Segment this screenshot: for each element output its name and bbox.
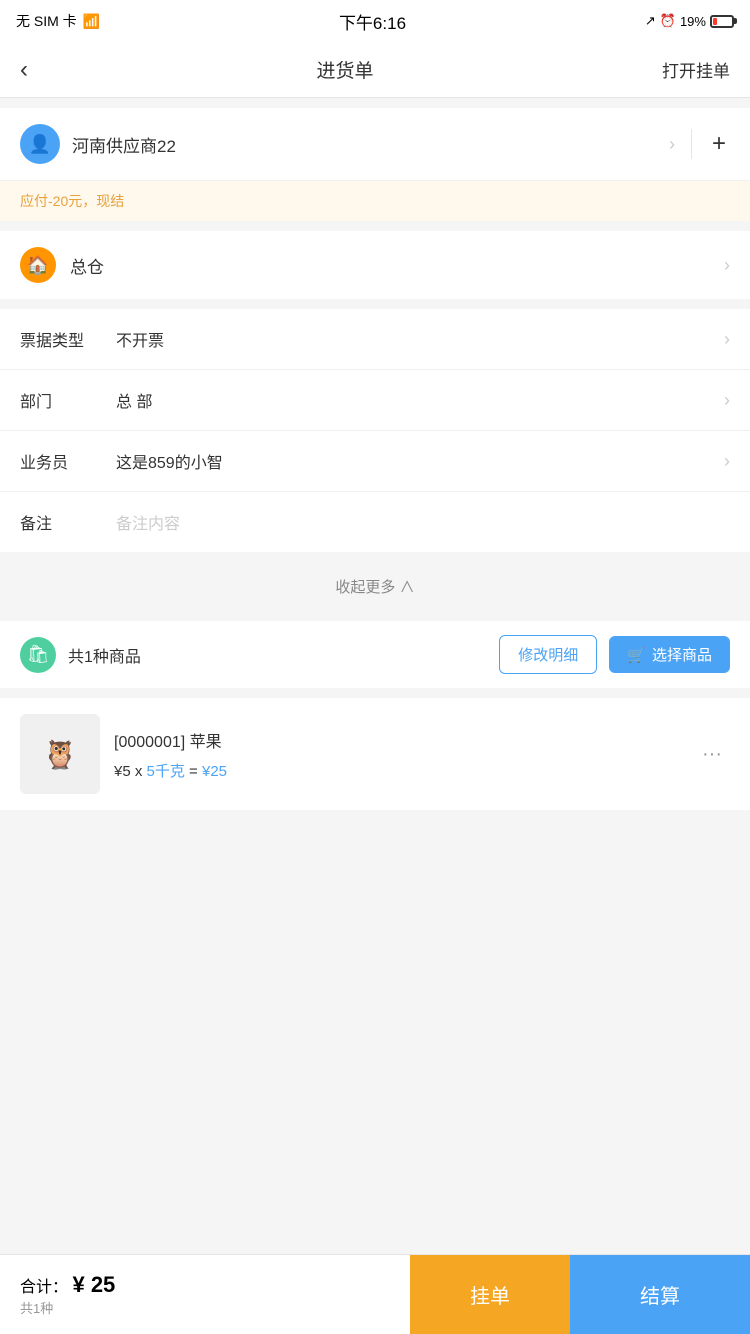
dept-chevron-icon: › <box>724 390 730 411</box>
price-equals: = <box>185 763 202 780</box>
supplier-chevron-icon: › <box>669 134 675 155</box>
product-count-label: 共1种商品 <box>68 643 487 667</box>
bottom-spacer <box>0 810 750 900</box>
warehouse-chevron-icon: › <box>724 255 730 276</box>
product-qty: 5千克 <box>147 763 185 780</box>
warehouse-icon: 🏠 <box>20 247 56 283</box>
product-toolbar-card: 🛍 共1种商品 修改明细 🛒 选择商品 <box>0 621 750 688</box>
price-unit: ¥5 x <box>114 763 147 780</box>
supplier-avatar: 👤 <box>20 124 60 164</box>
status-time: 下午6:16 <box>339 9 406 34</box>
sim-label: 无 SIM 卡 <box>16 11 77 31</box>
dept-value: 总 部 <box>100 388 724 412</box>
invoice-value: 不开票 <box>100 327 724 351</box>
avatar-icon: 👤 <box>29 134 51 155</box>
salesperson-value: 这是859的小智 <box>100 449 724 473</box>
total-row: 合计： ¥ 25 <box>20 1272 390 1298</box>
total-amount: ¥ 25 <box>72 1272 115 1297</box>
remark-label: 备注 <box>20 510 100 534</box>
form-card: 票据类型 不开票 › 部门 总 部 › 业务员 这是859的小智 › 备注 备注… <box>0 309 750 552</box>
bottom-bar: 合计： ¥ 25 共1种 挂单 结算 <box>0 1254 750 1334</box>
warehouse-card: 🏠 总仓 › <box>0 231 750 299</box>
battery-percent: 19% <box>680 14 706 29</box>
product-code: [0000001] 苹果 <box>114 734 222 751</box>
status-left: 无 SIM 卡 📶 <box>16 11 100 31</box>
edit-detail-button[interactable]: 修改明细 <box>499 635 597 674</box>
remark-input[interactable]: 备注内容 <box>100 510 730 534</box>
product-toolbar-icon: 🛍 <box>20 637 56 673</box>
notice-text: 应付-20元，现结 <box>20 193 124 209</box>
remark-row[interactable]: 备注 备注内容 <box>0 492 750 552</box>
notice-bar: 应付-20元，现结 <box>0 181 750 221</box>
supplier-divider <box>691 129 692 159</box>
product-info: [0000001] 苹果 ¥5 x 5千克 = ¥25 <box>114 728 680 781</box>
salesperson-row[interactable]: 业务员 这是859的小智 › <box>0 431 750 492</box>
warehouse-row[interactable]: 🏠 总仓 › <box>0 231 750 299</box>
back-button[interactable]: ‹ <box>20 56 28 84</box>
product-thumb-icon: 🦉 <box>43 738 78 771</box>
invoice-row[interactable]: 票据类型 不开票 › <box>0 309 750 370</box>
collapse-bar[interactable]: 收起更多 ∧ <box>0 562 750 611</box>
location-icon: ↗ <box>645 13 656 29</box>
checkout-button[interactable]: 结算 <box>570 1255 750 1334</box>
open-hang-button[interactable]: 打开挂单 <box>662 57 730 82</box>
product-thumbnail: 🦉 <box>20 714 100 794</box>
invoice-label: 票据类型 <box>20 327 100 351</box>
product-item: 🦉 [0000001] 苹果 ¥5 x 5千克 = ¥25 ··· <box>0 698 750 810</box>
supplier-row[interactable]: 👤 河南供应商22 › + <box>0 108 750 181</box>
collapse-label: 收起更多 ∧ <box>335 579 414 596</box>
product-total: ¥25 <box>202 763 227 780</box>
product-name: [0000001] 苹果 <box>114 728 680 752</box>
nav-bar: ‹ 进货单 打开挂单 <box>0 42 750 98</box>
select-product-label: 选择商品 <box>652 644 712 665</box>
salesperson-label: 业务员 <box>20 449 100 473</box>
hang-button[interactable]: 挂单 <box>410 1255 570 1334</box>
bottom-total: 合计： ¥ 25 共1种 <box>0 1255 410 1334</box>
warehouse-name: 总仓 <box>70 253 724 278</box>
battery-icon <box>710 15 734 28</box>
product-toolbar: 🛍 共1种商品 修改明细 🛒 选择商品 <box>0 621 750 688</box>
total-count: 共1种 <box>20 1298 390 1317</box>
dept-label: 部门 <box>20 388 100 412</box>
select-product-button[interactable]: 🛒 选择商品 <box>609 636 730 673</box>
select-product-icon: 🛒 <box>627 646 646 664</box>
status-right: ↗ ⏰ 19% <box>645 13 734 29</box>
dept-row[interactable]: 部门 总 部 › <box>0 370 750 431</box>
invoice-chevron-icon: › <box>724 329 730 350</box>
add-button[interactable]: + <box>708 130 730 158</box>
supplier-card: 👤 河南供应商22 › + 应付-20元，现结 <box>0 108 750 221</box>
supplier-name: 河南供应商22 <box>72 132 669 157</box>
separator-top <box>0 98 750 108</box>
salesperson-chevron-icon: › <box>724 451 730 472</box>
product-bag-icon: 🛍 <box>27 644 50 665</box>
warehouse-icon-symbol: 🏠 <box>27 255 49 276</box>
page-title: 进货单 <box>316 56 373 83</box>
wifi-icon: 📶 <box>83 13 100 30</box>
product-price: ¥5 x 5千克 = ¥25 <box>114 760 680 781</box>
content: 👤 河南供应商22 › + 应付-20元，现结 🏠 总仓 › 票据类型 不开票 … <box>0 98 750 900</box>
status-bar: 无 SIM 卡 📶 下午6:16 ↗ ⏰ 19% <box>0 0 750 42</box>
alarm-icon: ⏰ <box>660 13 676 29</box>
total-label: 合计： <box>20 1279 68 1296</box>
product-more-button[interactable]: ··· <box>694 739 730 770</box>
